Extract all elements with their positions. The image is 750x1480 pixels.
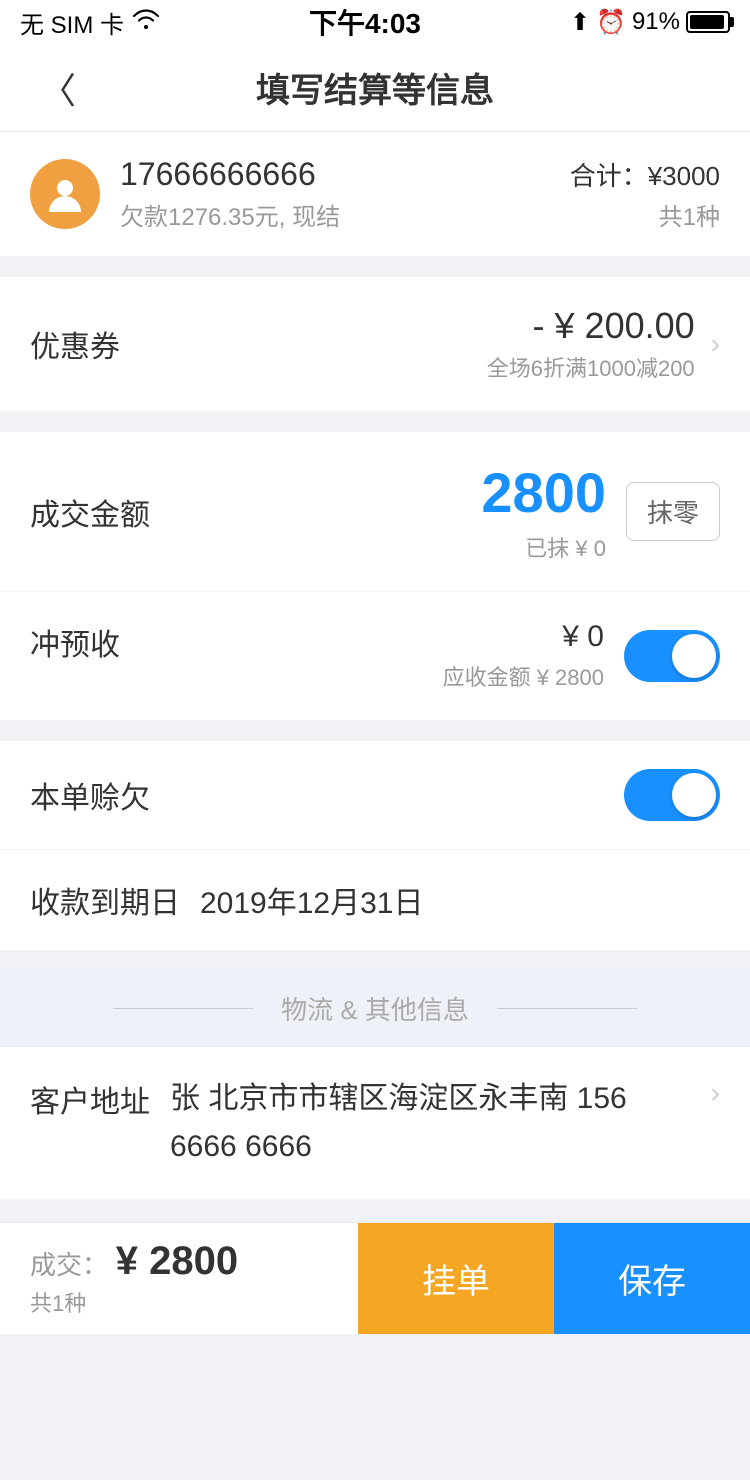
save-button[interactable]: 保存: [554, 1223, 750, 1334]
due-date-row: 收款到期日 2019年12月31日: [0, 849, 750, 950]
due-date-value: 2019年12月31日: [200, 878, 423, 922]
status-right: ⬆ ⏰ 91%: [570, 8, 730, 37]
charge-info: ¥ 0 应收金额 ¥ 2800: [443, 620, 604, 692]
wifi-icon: [132, 8, 160, 37]
charge-amount: ¥ 0: [443, 620, 604, 654]
page-title: 填写结算等信息: [256, 63, 494, 112]
battery-icon: [686, 11, 730, 33]
charge-label: 冲预收: [30, 620, 120, 664]
section-gap-1: [0, 257, 750, 277]
debt-toggle-knob: [672, 773, 716, 817]
hang-button[interactable]: 挂单: [358, 1223, 554, 1334]
alarm-icon: ⏰: [596, 8, 626, 37]
discount-row[interactable]: 优惠券 - ¥ 200.00 全场6折满1000减200 ›: [0, 277, 750, 412]
discount-sub: 全场6折满1000减200: [487, 351, 695, 383]
section-gap-3: [0, 721, 750, 741]
customer-phone: 17666666666: [120, 156, 340, 193]
due-date-label: 收款到期日: [30, 878, 180, 922]
charge-sub: 应收金额 ¥ 2800: [443, 660, 604, 692]
bottom-count: 共1种: [30, 1286, 328, 1318]
nav-bar: 〈 填写结算等信息: [0, 44, 750, 132]
total-label: 合计：¥3000: [570, 156, 720, 193]
deal-row: 成交金额 2800 已抹 ¥ 0 抹零: [0, 432, 750, 592]
address-row[interactable]: 客户地址 张 北京市市辖区海淀区永丰南 156 6666 6666 ›: [0, 1047, 750, 1200]
charge-row: 冲预收 ¥ 0 应收金额 ¥ 2800: [0, 592, 750, 721]
status-left: 无 SIM 卡: [20, 5, 160, 40]
deal-info: 2800 已抹 ¥ 0: [481, 460, 606, 563]
logistics-header: 物流 & 其他信息: [0, 970, 750, 1047]
debt-label: 本单赊欠: [30, 773, 150, 817]
bottom-deal-row: 成交： ¥ 2800: [30, 1239, 328, 1284]
bottom-info: 成交： ¥ 2800 共1种: [0, 1239, 358, 1318]
bottom-deal-value: ¥ 2800: [116, 1239, 238, 1283]
deal-amount-value: 2800: [481, 460, 606, 525]
bottom-deal-label: 成交：: [30, 1250, 108, 1280]
logistics-title-text: 物流 & 其他信息: [265, 990, 485, 1027]
debt-row: 本单赊欠: [0, 741, 750, 849]
total-count: 共1种: [570, 197, 720, 232]
section-gap-2: [0, 412, 750, 432]
customer-sub: 欠款1276.35元, 现结: [120, 197, 340, 232]
discount-label: 优惠券: [30, 322, 120, 366]
customer-info: 17666666666 欠款1276.35元, 现结: [120, 156, 340, 232]
address-label: 客户地址: [30, 1075, 150, 1121]
status-time: 下午4:03: [309, 2, 421, 42]
chevron-right-icon: ›: [711, 328, 720, 360]
discount-amount: - ¥ 200.00: [487, 305, 695, 347]
no-sim-text: 无 SIM 卡: [20, 5, 124, 40]
left-divider: [113, 1008, 253, 1009]
address-chevron-icon: ›: [711, 1075, 720, 1109]
customer-left: 17666666666 欠款1276.35元, 现结: [30, 156, 340, 232]
bottom-buttons: 挂单 保存: [358, 1223, 750, 1334]
round-button[interactable]: 抹零: [626, 482, 720, 541]
discount-right: - ¥ 200.00 全场6折满1000减200 ›: [487, 305, 720, 383]
location-icon: ⬆: [570, 8, 590, 37]
right-divider: [497, 1008, 637, 1009]
deal-sub: 已抹 ¥ 0: [481, 531, 606, 563]
section-gap-4: [0, 950, 750, 970]
back-button[interactable]: 〈: [30, 52, 86, 124]
charge-right: ¥ 0 应收金额 ¥ 2800: [443, 620, 720, 692]
status-bar: 无 SIM 卡 下午4:03 ⬆ ⏰ 91%: [0, 0, 750, 44]
deal-right: 2800 已抹 ¥ 0 抹零: [481, 460, 720, 563]
logistics-title: 物流 & 其他信息: [113, 990, 637, 1027]
avatar: [30, 159, 100, 229]
debt-toggle[interactable]: [624, 769, 720, 821]
battery-text: 91%: [632, 8, 680, 36]
customer-card: 17666666666 欠款1276.35元, 现结 合计：¥3000 共1种: [0, 132, 750, 257]
customer-total: 合计：¥3000 共1种: [570, 156, 720, 232]
bottom-bar: 成交： ¥ 2800 共1种 挂单 保存: [0, 1222, 750, 1334]
toggle-knob: [672, 634, 716, 678]
deal-label: 成交金额: [30, 490, 150, 534]
discount-info: - ¥ 200.00 全场6折满1000减200: [487, 305, 695, 383]
charge-toggle[interactable]: [624, 630, 720, 682]
address-value: 张 北京市市辖区海淀区永丰南 156 6666 6666: [170, 1075, 701, 1171]
